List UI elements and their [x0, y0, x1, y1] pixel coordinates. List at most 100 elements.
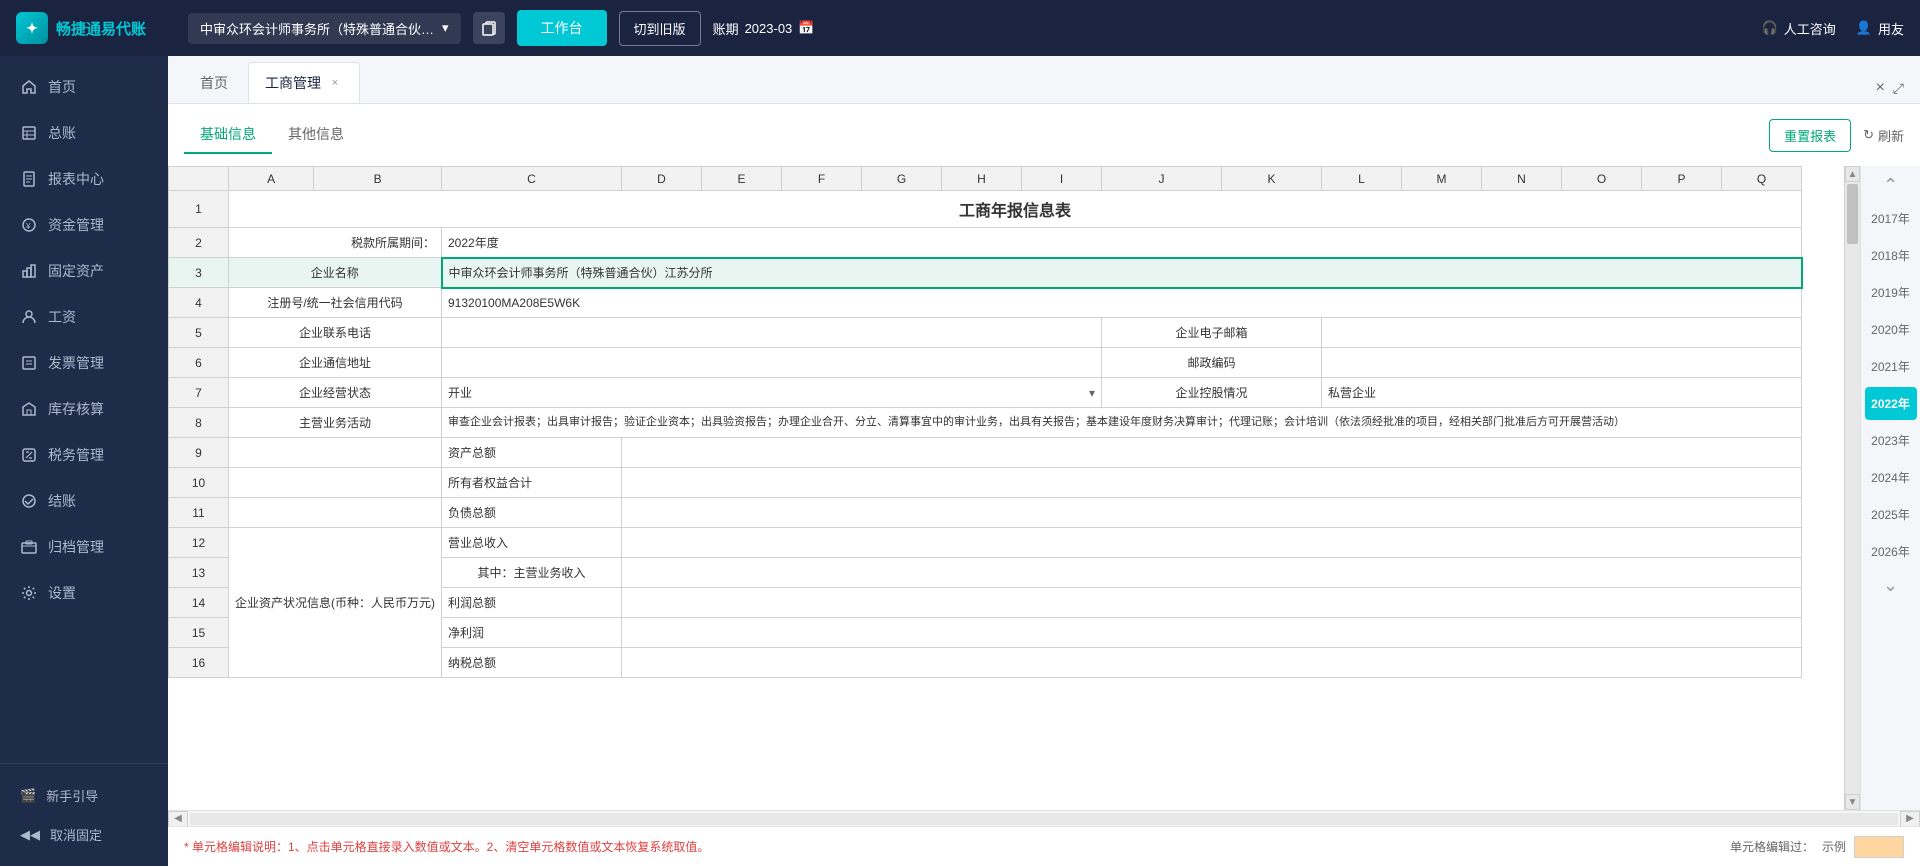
- year-item-2017[interactable]: 2017年: [1865, 202, 1917, 235]
- sidebar-item-settings[interactable]: 设置: [0, 570, 168, 616]
- horizontal-scrollbar[interactable]: ◀ ▶: [168, 810, 1920, 826]
- sidebar-item-salary[interactable]: 工资: [0, 294, 168, 340]
- period-value-cell[interactable]: 2022年度: [442, 228, 1802, 258]
- year-item-2020[interactable]: 2020年: [1865, 313, 1917, 346]
- main-revenue-value[interactable]: [622, 558, 1802, 588]
- scroll-h-track[interactable]: [190, 813, 1898, 825]
- tab-industry[interactable]: 工商管理 ×: [248, 62, 360, 103]
- tab-close-button[interactable]: ×: [327, 75, 343, 91]
- year-item-2022[interactable]: 2022年: [1865, 387, 1917, 420]
- year-item-2019[interactable]: 2019年: [1865, 276, 1917, 309]
- table-row: 4 注册号/统一社会信用代码 91320100MA208E5W6K: [169, 288, 1802, 318]
- empty-10-a: [229, 468, 442, 498]
- business-value-cell[interactable]: 审查企业会计报表；出具审计报告；验证企业资本；出具验资报告；办理企业合开、分立、…: [442, 408, 1802, 438]
- vertical-scrollbar[interactable]: ▲ ▼: [1844, 166, 1860, 810]
- phone-label-cell: 企业联系电话: [229, 318, 442, 348]
- company-copy-button[interactable]: [473, 12, 505, 44]
- company-value-cell[interactable]: 中审众环会计师事务所（特殊普通合伙）江苏分所: [442, 258, 1802, 288]
- year-panel-down[interactable]: ⌄: [1871, 570, 1911, 600]
- company-label-cell: 企业名称: [229, 258, 442, 288]
- address-value-cell[interactable]: [442, 348, 1102, 378]
- scroll-thumb[interactable]: [1847, 184, 1858, 244]
- year-item-2025[interactable]: 2025年: [1865, 498, 1917, 531]
- year-panel-up[interactable]: ⌃: [1871, 170, 1911, 200]
- table-row: 11 负债总额: [169, 498, 1802, 528]
- spreadsheet-table: A B C D E F G H I J K L M: [168, 166, 1803, 678]
- sidebar: 首页 总账 报表中心 ¥ 资金管理: [0, 56, 168, 866]
- holding-value-cell[interactable]: 私营企业: [1322, 378, 1802, 408]
- tab-home[interactable]: 首页: [184, 63, 244, 103]
- row-num-12: 12: [169, 528, 229, 558]
- col-header-l: L: [1322, 167, 1402, 191]
- empty-11-a: [229, 498, 442, 528]
- sidebar-item-ledger[interactable]: 总账: [0, 110, 168, 156]
- inventory-icon: [20, 400, 38, 418]
- expand-icon[interactable]: ⤢: [1893, 80, 1904, 97]
- liabilities-value-cell[interactable]: [622, 498, 1802, 528]
- subtab-other-info[interactable]: 其他信息: [272, 116, 360, 154]
- header-right: 🎧 人工咨询 👤 用友: [1762, 19, 1904, 38]
- sidebar-item-invoice[interactable]: 发票管理: [0, 340, 168, 386]
- reg-value-cell[interactable]: 91320100MA208E5W6K: [442, 288, 1802, 318]
- row-num-7: 7: [169, 378, 229, 408]
- sidebar-item-archive[interactable]: 归档管理: [0, 524, 168, 570]
- dropdown-arrow-icon[interactable]: ▾: [1089, 386, 1095, 400]
- year-item-2018[interactable]: 2018年: [1865, 239, 1917, 272]
- reset-button[interactable]: 重置报表: [1769, 119, 1851, 152]
- refresh-button[interactable]: ↻ 刷新: [1863, 126, 1904, 145]
- scroll-up-button[interactable]: ▲: [1845, 166, 1860, 182]
- scroll-left-button[interactable]: ◀: [168, 811, 188, 827]
- status-value-cell[interactable]: 开业 ▾: [442, 378, 1102, 408]
- year-item-2021[interactable]: 2021年: [1865, 350, 1917, 383]
- account-period: 账期 2023-03 📅: [713, 19, 815, 38]
- subtab-basic-info[interactable]: 基础信息: [184, 116, 272, 154]
- old-version-button[interactable]: 切到旧版: [619, 11, 701, 46]
- scroll-down-button[interactable]: ▼: [1845, 794, 1860, 810]
- sidebar-unpin[interactable]: ◀◀ 取消固定: [0, 815, 168, 854]
- sidebar-item-report[interactable]: 报表中心: [0, 156, 168, 202]
- postal-value-cell[interactable]: [1322, 348, 1802, 378]
- ai-consult[interactable]: 🎧 人工咨询: [1762, 19, 1836, 38]
- spreadsheet-area[interactable]: A B C D E F G H I J K L M: [168, 166, 1844, 810]
- scroll-track[interactable]: [1845, 182, 1860, 794]
- year-item-2026[interactable]: 2026年: [1865, 535, 1917, 568]
- sidebar-guide[interactable]: 🎬 新手引导: [0, 776, 168, 815]
- cell-edited-label: 单元格编辑过：: [1730, 838, 1814, 855]
- user-menu[interactable]: 👤 用友: [1856, 19, 1904, 38]
- net-profit-value[interactable]: [622, 618, 1802, 648]
- title-cell[interactable]: 工商年报信息表: [229, 191, 1802, 228]
- col-header-e: E: [702, 167, 782, 191]
- sidebar-item-label: 工资: [48, 307, 76, 327]
- company-selector[interactable]: 中审众环会计师事务所（特殊普通合伙… ▾: [188, 13, 461, 44]
- sidebar-item-inventory[interactable]: 库存核算: [0, 386, 168, 432]
- sidebar-item-home[interactable]: 首页: [0, 64, 168, 110]
- col-header-j: J: [1102, 167, 1222, 191]
- sidebar-item-label: 发票管理: [48, 353, 104, 373]
- year-item-2024[interactable]: 2024年: [1865, 461, 1917, 494]
- sidebar-item-label: 资金管理: [48, 215, 104, 235]
- workbench-button[interactable]: 工作台: [517, 10, 607, 46]
- table-row: 7 企业经营状态 开业 ▾ 企业控股情况 私营企业: [169, 378, 1802, 408]
- empty-9-a: [229, 438, 442, 468]
- assets-value-cell[interactable]: [622, 438, 1802, 468]
- sidebar-item-close-account[interactable]: 结账: [0, 478, 168, 524]
- sidebar-item-fund[interactable]: ¥ 资金管理: [0, 202, 168, 248]
- equity-value-cell[interactable]: [622, 468, 1802, 498]
- close-window-icon[interactable]: ×: [1875, 79, 1884, 97]
- calendar-icon[interactable]: 📅: [798, 20, 814, 36]
- tax-total-value[interactable]: [622, 648, 1802, 678]
- phone-value-cell[interactable]: [442, 318, 1102, 348]
- revenue-total-value[interactable]: [622, 528, 1802, 558]
- sidebar-item-tax[interactable]: 税务管理: [0, 432, 168, 478]
- email-value-cell[interactable]: [1322, 318, 1802, 348]
- profit-total-value[interactable]: [622, 588, 1802, 618]
- postal-label-cell: 邮政编码: [1102, 348, 1322, 378]
- table-row: 6 企业通信地址 邮政编码: [169, 348, 1802, 378]
- col-header-o: O: [1562, 167, 1642, 191]
- sidebar-item-asset[interactable]: 固定资产: [0, 248, 168, 294]
- scroll-right-button[interactable]: ▶: [1900, 811, 1920, 827]
- year-item-2023[interactable]: 2023年: [1865, 424, 1917, 457]
- reg-label-cell: 注册号/统一社会信用代码: [229, 288, 442, 318]
- unpin-icon: ◀◀: [20, 827, 40, 843]
- toolbar-right: 重置报表 ↻ 刷新: [1769, 119, 1904, 152]
